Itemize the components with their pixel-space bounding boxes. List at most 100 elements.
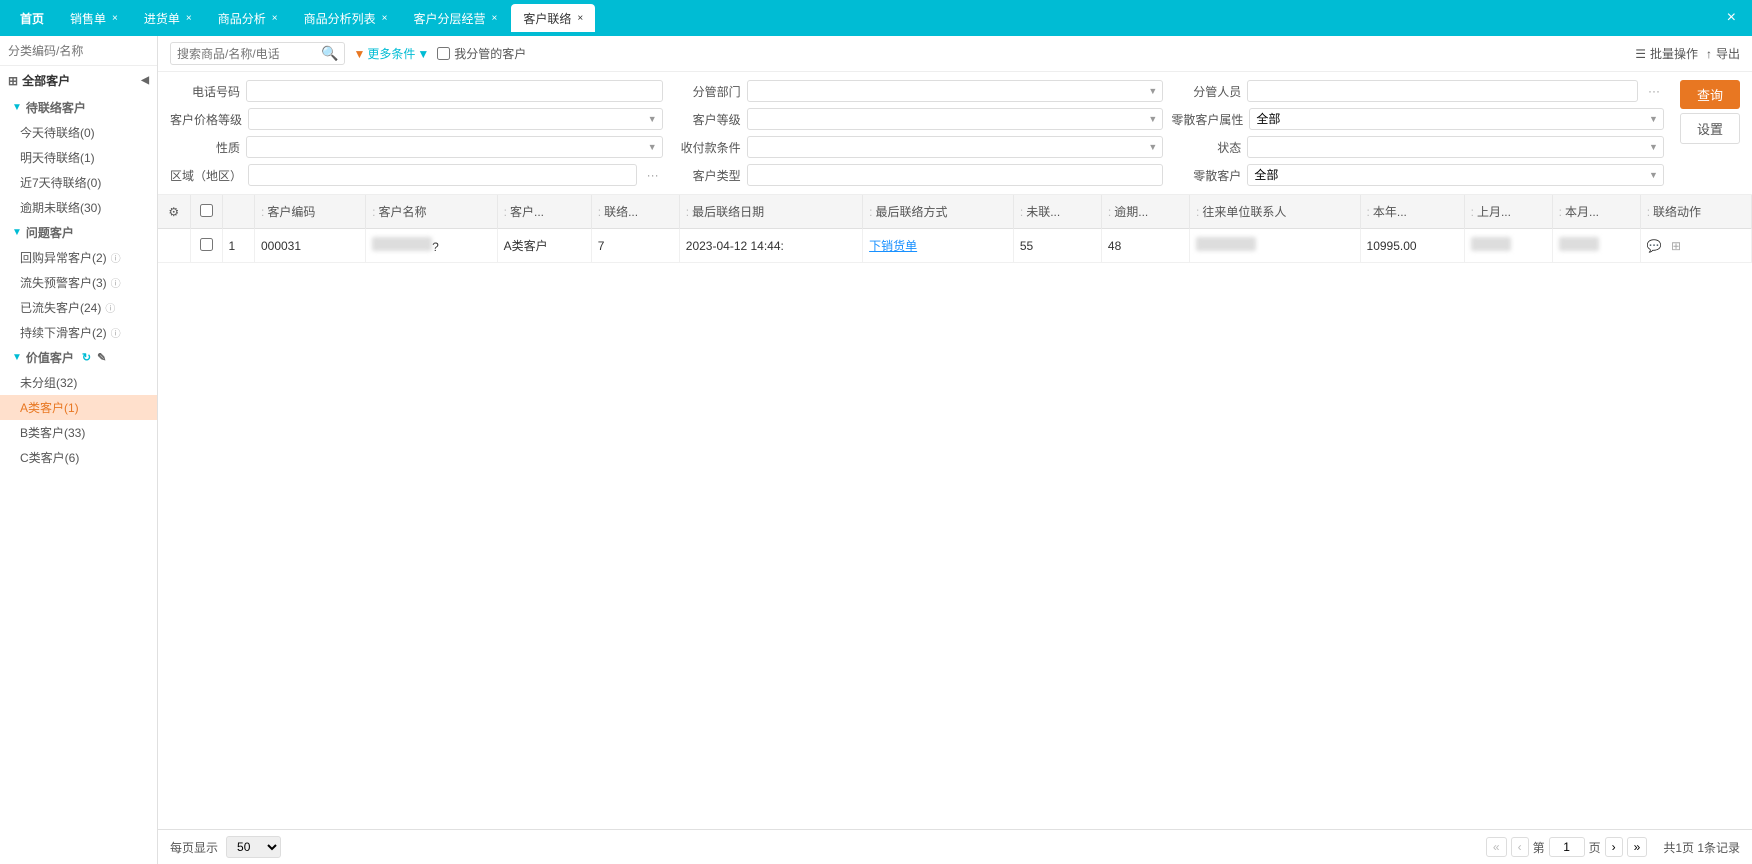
batch-op-button[interactable]: ☰ 批量操作 [1635, 45, 1698, 62]
filter-search-icon[interactable]: 🔍 [321, 45, 338, 62]
nav-tab-segment[interactable]: 客户分层经营 × [401, 4, 509, 32]
nav-tab-goods-analysis[interactable]: 商品分析 × [206, 4, 290, 32]
action-buttons: 查询 设置 [1680, 80, 1740, 144]
th-this-year[interactable]: :本年... [1360, 195, 1464, 229]
sidebar-item-class-b[interactable]: B类客户(33) [0, 420, 157, 445]
th-unit-contact[interactable]: :往来单位联系人 [1189, 195, 1360, 229]
th-no-contact[interactable]: :未联... [1013, 195, 1101, 229]
phone-label: 电话号码 [170, 83, 240, 100]
payment-select[interactable] [747, 136, 1164, 158]
row-gear [158, 229, 190, 263]
phone-input[interactable] [246, 80, 663, 102]
my-customers-filter[interactable]: 我分管的客户 [437, 45, 526, 62]
th-overdue[interactable]: :逾期... [1101, 195, 1189, 229]
payment-label: 收付款条件 [671, 139, 741, 156]
person-ellipsis[interactable]: ··· [1644, 82, 1664, 100]
th-gear[interactable]: ⚙ [158, 195, 190, 229]
purchase-close[interactable]: × [186, 13, 192, 24]
th-type[interactable]: :客户... [497, 195, 591, 229]
sidebar-item-class-c[interactable]: C类客户(6) [0, 445, 157, 470]
sidebar-item-continuous-decline[interactable]: 持续下滑客户(2) ⓘ [0, 320, 157, 345]
row-last-month [1464, 229, 1552, 263]
goods-analysis-close[interactable]: × [272, 13, 278, 24]
retail-select[interactable]: 全部 [1247, 164, 1664, 186]
sidebar-item-lost[interactable]: 已流失客户(24) ⓘ [0, 295, 157, 320]
retail-attr-select[interactable]: 全部 [1249, 108, 1664, 130]
th-last-date[interactable]: :最后联络日期 [679, 195, 862, 229]
first-page-button[interactable]: « [1486, 837, 1507, 857]
row-name: ? [366, 229, 498, 263]
per-page-select[interactable]: 50 20 100 [226, 836, 281, 858]
sidebar-search-input[interactable] [8, 44, 158, 58]
row-code: 000031 [254, 229, 365, 263]
prev-page-button[interactable]: ‹ [1511, 837, 1529, 857]
last-page-button[interactable]: » [1627, 837, 1648, 857]
last-method-link[interactable]: 下销货单 [869, 239, 917, 253]
batch-op-label: 批量操作 [1650, 45, 1698, 62]
sidebar-item-7days[interactable]: 近7天待联络(0) [0, 170, 157, 195]
segment-close[interactable]: × [491, 13, 497, 24]
sidebar-item-lost-prediction[interactable]: 流失预警客户(3) ⓘ [0, 270, 157, 295]
action-chat-icon[interactable]: 💬 [1647, 239, 1662, 253]
th-name[interactable]: :客户名称 [366, 195, 498, 229]
next-page-button[interactable]: › [1605, 837, 1623, 857]
edit-icon[interactable]: ✎ [97, 351, 106, 364]
select-all-checkbox[interactable] [200, 204, 213, 217]
filter-nature: 性质 [170, 136, 663, 158]
nav-tab-purchase[interactable]: 进货单 × [132, 4, 204, 32]
nav-tab-home[interactable]: 首页 [8, 4, 56, 32]
page-input[interactable] [1549, 837, 1585, 857]
customer-level-select[interactable] [747, 108, 1164, 130]
goods-list-close[interactable]: × [382, 13, 388, 24]
price-level-select[interactable] [248, 108, 663, 130]
value-arrow: ▼ [12, 352, 22, 363]
status-select[interactable] [1247, 136, 1664, 158]
row-checkbox[interactable] [200, 238, 213, 251]
sidebar-item-repeat-abnormal[interactable]: 回购异常客户(2) ⓘ [0, 245, 157, 270]
sidebar-item-unclassified[interactable]: 未分组(32) [0, 370, 157, 395]
nav-tab-goods-list[interactable]: 商品分析列表 × [292, 4, 400, 32]
row-no-contact: 55 [1013, 229, 1101, 263]
th-this-month[interactable]: :本月... [1552, 195, 1640, 229]
dept-select[interactable] [747, 80, 1164, 102]
main-layout: 🔍 ⊞ 全部客户 ◀ ▼ 待联络客户 今天待联络(0) 明天待联络(1) 近7天… [0, 36, 1752, 864]
region-ellipsis[interactable]: ··· [643, 166, 663, 184]
filter-search-input[interactable] [177, 47, 317, 61]
contact-close[interactable]: × [577, 13, 583, 24]
retail-label: 零散客户 [1171, 167, 1241, 184]
sidebar-item-class-a[interactable]: A类客户(1) [0, 395, 157, 420]
sales-label: 销售单 [70, 10, 106, 27]
close-all-button[interactable]: × [1719, 9, 1744, 27]
filter-icon: ▼ [353, 47, 365, 61]
settings-button[interactable]: 设置 [1680, 113, 1740, 144]
grid-icon: ⊞ [8, 74, 18, 88]
problem-customers-group[interactable]: ▼ 问题客户 [0, 220, 157, 245]
th-action[interactable]: :联络动作 [1640, 195, 1751, 229]
sidebar-item-overdue[interactable]: 逾期未联络(30) [0, 195, 157, 220]
region-input[interactable] [248, 164, 637, 186]
sidebar-item-today[interactable]: 今天待联络(0) [0, 120, 157, 145]
pending-contact-group[interactable]: ▼ 待联络客户 [0, 95, 157, 120]
refresh-icon[interactable]: ↻ [82, 351, 91, 364]
person-input[interactable] [1247, 80, 1638, 102]
row-seq: 1 [222, 229, 254, 263]
query-button[interactable]: 查询 [1680, 80, 1740, 109]
sidebar-item-tomorrow[interactable]: 明天待联络(1) [0, 145, 157, 170]
th-code[interactable]: :客户编码 [254, 195, 365, 229]
export-button[interactable]: ↑ 导出 [1706, 45, 1740, 62]
all-customers-header[interactable]: ⊞ 全部客户 ◀ [0, 66, 157, 95]
nav-tab-sales[interactable]: 销售单 × [58, 4, 130, 32]
th-contact[interactable]: :联络... [591, 195, 679, 229]
filter-customer-level: 客户等级 [671, 108, 1164, 130]
value-customers-group[interactable]: ▼ 价值客户 ↻ ✎ [0, 345, 157, 370]
customer-type-input[interactable] [747, 164, 1164, 186]
th-last-method[interactable]: :最后联络方式 [863, 195, 1014, 229]
nature-select[interactable] [246, 136, 663, 158]
th-last-month[interactable]: :上月... [1464, 195, 1552, 229]
my-customers-checkbox[interactable] [437, 47, 450, 60]
row-last-method[interactable]: 下销货单 [863, 229, 1014, 263]
action-qr-icon[interactable]: ⊞ [1671, 239, 1681, 253]
more-conditions-button[interactable]: ▼ 更多条件 ▼ [353, 45, 429, 62]
sales-close[interactable]: × [112, 13, 118, 24]
nav-tab-contact[interactable]: 客户联络 × [511, 4, 595, 32]
